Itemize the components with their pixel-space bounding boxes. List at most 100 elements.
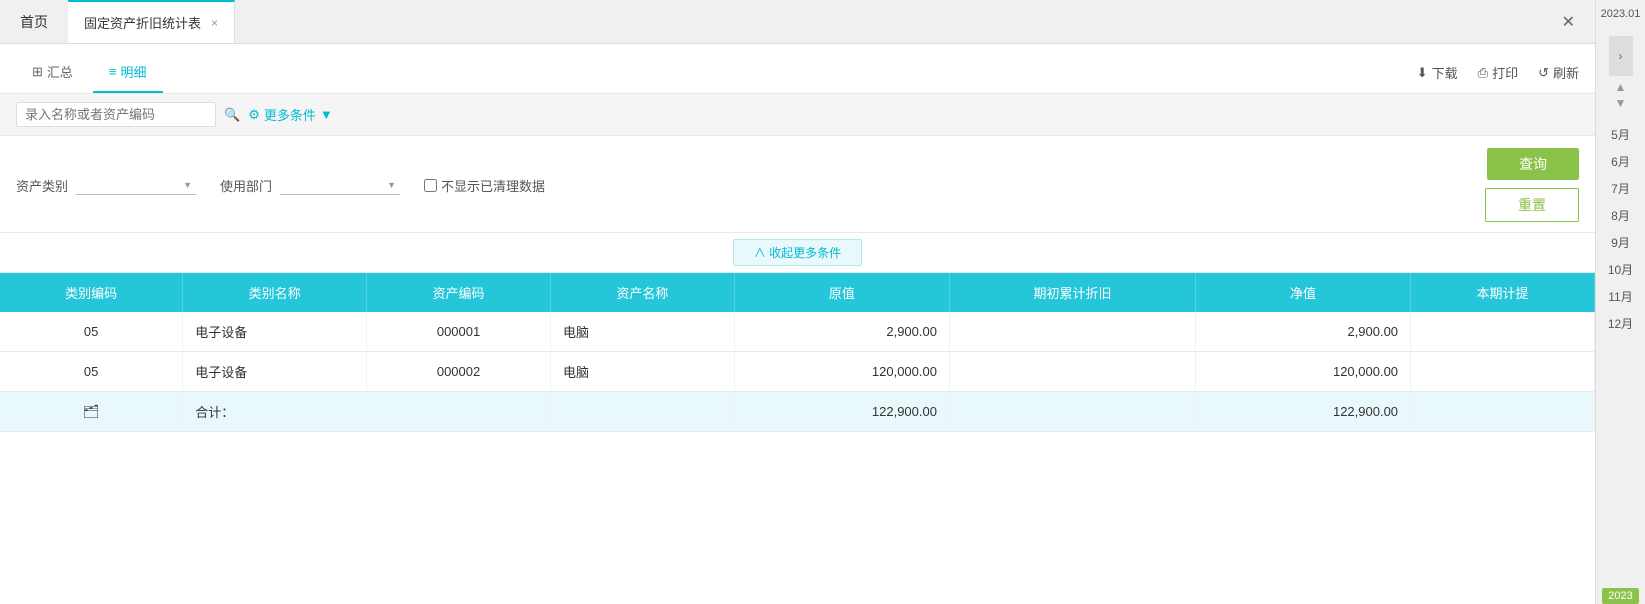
download-button[interactable]: ⬇ 下载 [1417, 63, 1458, 82]
year-badge: 2023 [1602, 588, 1638, 604]
department-label: 使用部门 [220, 176, 272, 195]
collapse-button[interactable]: ∧ 收起更多条件 [733, 239, 862, 266]
total-icon-cell: 🗂 [0, 392, 183, 432]
month-item[interactable]: 9月 [1605, 230, 1636, 255]
print-icon: ⎙ [1478, 65, 1488, 81]
collapse-up-icon: ∧ [754, 246, 769, 260]
total-net-value: 122,900.00 [1195, 392, 1410, 432]
hide-cleared-label: 不显示已清理数据 [441, 176, 545, 195]
print-button[interactable]: ⎙ 打印 [1478, 63, 1518, 82]
tab-detail[interactable]: ≡ 明细 [93, 53, 163, 93]
fixed-assets-tab-label: 固定资产折旧统计表 [84, 13, 201, 32]
month-list: 5月6月7月8月9月10月11月12月 [1602, 114, 1639, 584]
department-select[interactable] [280, 175, 400, 195]
collapse-bar: ∧ 收起更多条件 [0, 233, 1595, 273]
refresh-label: 刷新 [1553, 63, 1579, 82]
filter-row-1: 资产类别 使用部门 不显示已清理数据 [16, 148, 1579, 222]
col-asset-code: 资产编码 [367, 273, 551, 312]
scroll-controls: ▲ ▼ [1615, 76, 1627, 114]
scroll-down-icon[interactable]: ▼ [1615, 96, 1627, 110]
detail-label: 明细 [121, 62, 147, 81]
panel-arrow-button[interactable]: › [1609, 36, 1633, 76]
tab-summary[interactable]: ⊞ 汇总 [16, 53, 89, 93]
toolbar-actions: ⬇ 下载 ⎙ 打印 ↺ 刷新 [1417, 63, 1579, 82]
download-icon: ⬇ [1417, 65, 1428, 81]
table-row: 05 电子设备 000001 电脑 2,900.00 2,900.00 [0, 312, 1595, 352]
cell-category-code: 05 [0, 312, 183, 352]
more-conditions-label: 更多条件 [264, 105, 316, 124]
cell-asset-name: 电脑 [550, 312, 734, 352]
cell-asset-code: 000001 [367, 312, 551, 352]
asset-category-label: 资产类别 [16, 176, 68, 195]
asset-category-field: 资产类别 [16, 175, 196, 195]
month-item[interactable]: 7月 [1605, 176, 1636, 201]
right-panel: 2023.01 › ▲ ▼ 5月6月7月8月9月10月11月12月 2023 [1595, 0, 1645, 604]
sub-tabs-left: ⊞ 汇总 ≡ 明细 [16, 53, 163, 93]
chevron-down-icon: ▼ [320, 107, 333, 122]
tab-close-icon[interactable]: × [211, 16, 218, 30]
table-total-row: 🗂 合计： 122,900.00 122,900.00 [0, 392, 1595, 432]
advanced-filter: 资产类别 使用部门 不显示已清理数据 [0, 136, 1595, 233]
total-empty-1 [550, 392, 734, 432]
month-item[interactable]: 10月 [1602, 257, 1639, 282]
month-item[interactable]: 12月 [1602, 311, 1639, 336]
cell-current-period [1411, 312, 1595, 352]
filter-bar: 🔍 ⚙ 更多条件 ▼ [0, 94, 1595, 136]
scroll-up-icon[interactable]: ▲ [1615, 80, 1627, 94]
col-original-value: 原值 [734, 273, 949, 312]
col-category-code: 类别编码 [0, 273, 183, 312]
summary-label: 汇总 [47, 62, 73, 81]
hide-cleared-field: 不显示已清理数据 [424, 176, 545, 195]
reset-button[interactable]: 重置 [1485, 188, 1579, 222]
department-field: 使用部门 [220, 175, 400, 195]
total-original-value: 122,900.00 [734, 392, 949, 432]
cell-category-name: 电子设备 [183, 312, 367, 352]
data-table-wrap: 类别编码 类别名称 资产编码 资产名称 原值 期初累计折旧 净值 本期计提 05… [0, 273, 1595, 604]
search-input[interactable] [16, 102, 216, 127]
cell-asset-name: 电脑 [550, 352, 734, 392]
filter-icon: ⚙ [248, 107, 260, 123]
cell-original-value: 120,000.00 [734, 352, 949, 392]
total-label: 合计： [183, 392, 551, 432]
table-header-row: 类别编码 类别名称 资产编码 资产名称 原值 期初累计折旧 净值 本期计提 [0, 273, 1595, 312]
cell-asset-code: 000002 [367, 352, 551, 392]
asset-category-select[interactable] [76, 175, 196, 195]
refresh-button[interactable]: ↺ 刷新 [1538, 63, 1579, 82]
cell-current-period [1411, 352, 1595, 392]
col-category-name: 类别名称 [183, 273, 367, 312]
month-item[interactable]: 5月 [1605, 122, 1636, 147]
home-tab[interactable]: 首页 [0, 0, 68, 43]
col-net-value: 净值 [1195, 273, 1410, 312]
hide-cleared-checkbox[interactable] [424, 179, 437, 192]
refresh-icon: ↺ [1538, 65, 1549, 81]
more-conditions-button[interactable]: ⚙ 更多条件 ▼ [248, 105, 333, 124]
search-icon[interactable]: 🔍 [224, 107, 240, 123]
query-button[interactable]: 查询 [1487, 148, 1579, 180]
col-asset-name: 资产名称 [550, 273, 734, 312]
window-close-button[interactable]: ✕ [1542, 12, 1595, 32]
month-item[interactable]: 11月 [1602, 284, 1638, 309]
date-display: 2023.01 [1597, 0, 1645, 28]
filter-action-buttons: 查询 重置 [1485, 148, 1579, 222]
cell-accumulated-depreciation [949, 352, 1195, 392]
col-accumulated-depreciation: 期初累计折旧 [949, 273, 1195, 312]
cell-original-value: 2,900.00 [734, 312, 949, 352]
download-label: 下载 [1432, 63, 1458, 82]
collapse-label: 收起更多条件 [769, 246, 841, 260]
cell-accumulated-depreciation [949, 312, 1195, 352]
cell-net-value: 2,900.00 [1195, 312, 1410, 352]
summary-icon: ⊞ [32, 64, 43, 80]
month-item[interactable]: 8月 [1605, 203, 1636, 228]
data-table: 类别编码 类别名称 资产编码 资产名称 原值 期初累计折旧 净值 本期计提 05… [0, 273, 1595, 432]
total-empty-3 [1411, 392, 1595, 432]
fixed-assets-tab[interactable]: 固定资产折旧统计表 × [68, 0, 235, 43]
col-current-period: 本期计提 [1411, 273, 1595, 312]
sub-tabs-bar: ⊞ 汇总 ≡ 明细 ⬇ 下载 ⎙ 打印 ↺ 刷新 [0, 44, 1595, 94]
home-tab-label: 首页 [20, 12, 48, 32]
cell-net-value: 120,000.00 [1195, 352, 1410, 392]
cell-category-code: 05 [0, 352, 183, 392]
month-item[interactable]: 6月 [1605, 149, 1636, 174]
cell-category-name: 电子设备 [183, 352, 367, 392]
tab-bar: 首页 固定资产折旧统计表 × ✕ [0, 0, 1595, 44]
print-label: 打印 [1492, 63, 1518, 82]
